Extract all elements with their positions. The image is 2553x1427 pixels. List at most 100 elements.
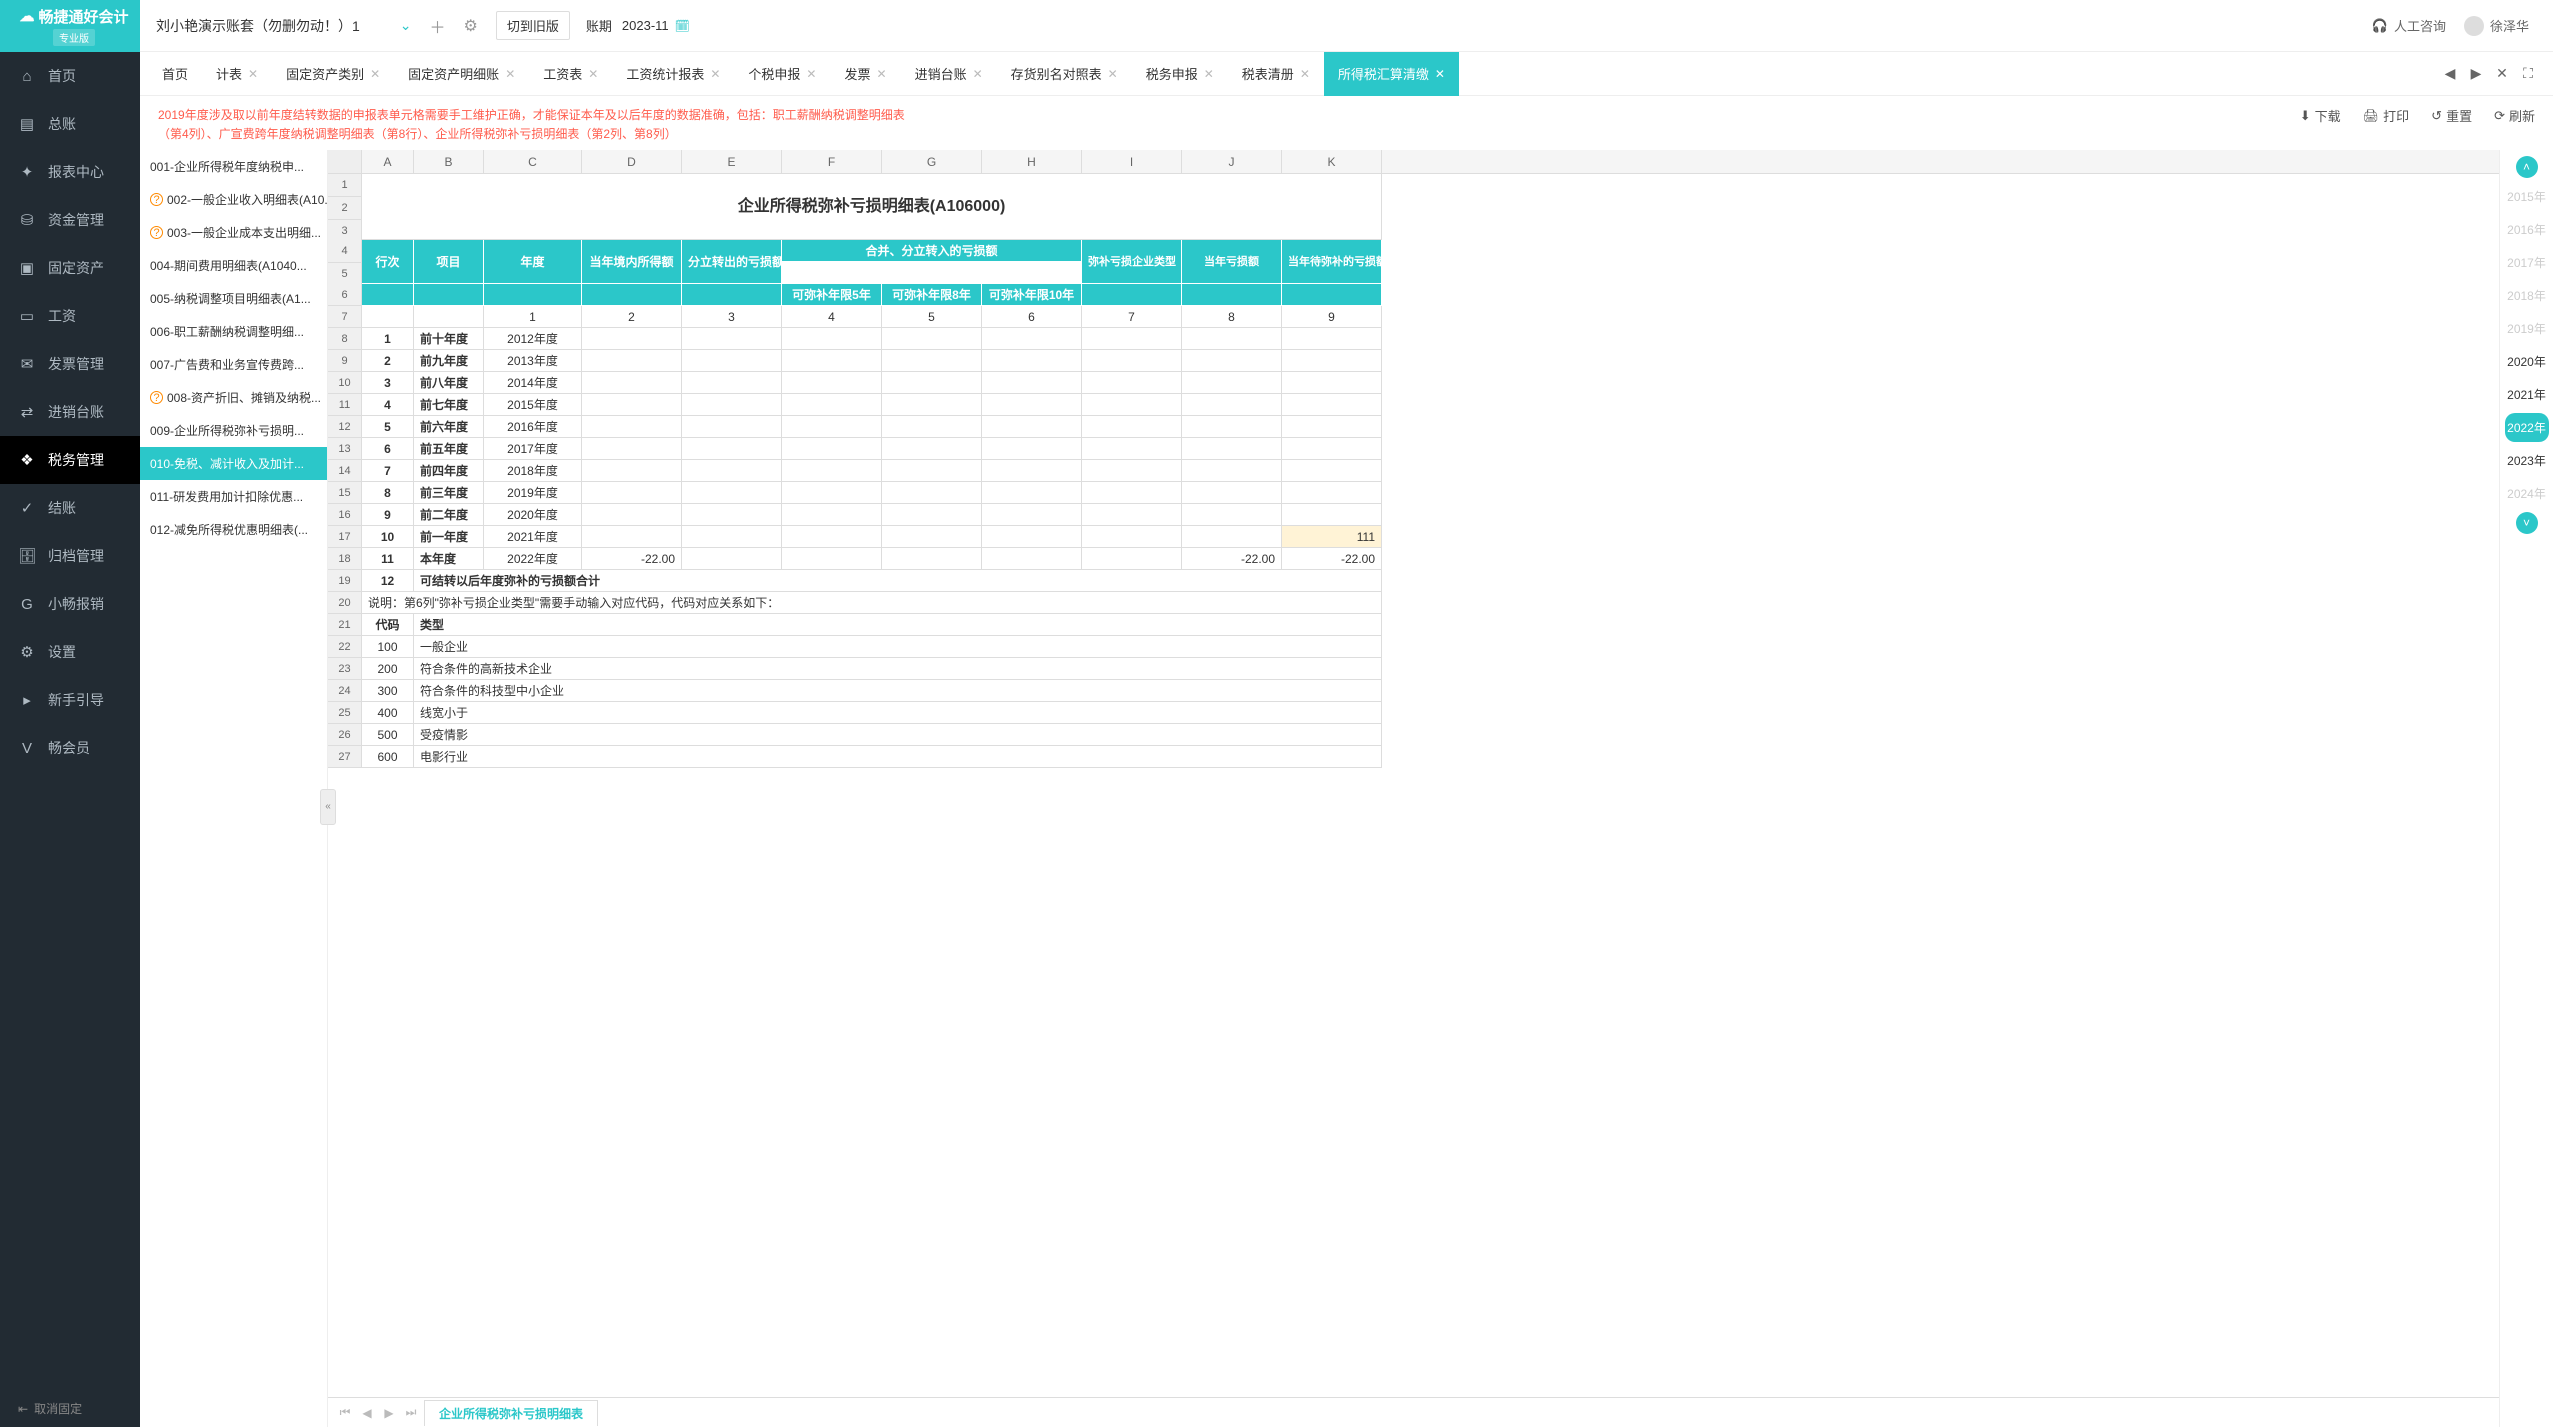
cell[interactable]	[782, 416, 882, 438]
cell[interactable]	[1182, 372, 1282, 394]
cell[interactable]: 8	[1182, 306, 1282, 328]
cell[interactable]	[882, 482, 982, 504]
cell[interactable]	[1182, 394, 1282, 416]
cell[interactable]: -22.00	[1282, 548, 1382, 570]
cell[interactable]	[782, 328, 882, 350]
cell[interactable]	[582, 372, 682, 394]
cell[interactable]	[782, 504, 882, 526]
add-account-icon[interactable]: ＋	[430, 14, 446, 38]
cell[interactable]: 分立转出的亏损额	[682, 240, 782, 284]
year-item[interactable]: 2021年	[2505, 380, 2549, 409]
tab-close-icon[interactable]: ✕	[973, 67, 983, 81]
cell[interactable]: 6	[982, 306, 1082, 328]
cell[interactable]	[882, 526, 982, 548]
cell[interactable]: -22.00	[1182, 548, 1282, 570]
cell[interactable]: 类型	[414, 614, 1382, 636]
cell[interactable]	[1082, 372, 1182, 394]
cell[interactable]	[582, 460, 682, 482]
year-item[interactable]: 2020年	[2505, 347, 2549, 376]
cell[interactable]: 弥补亏损企业类型	[1082, 240, 1182, 284]
sheet-first-icon[interactable]: ⏮	[336, 1405, 354, 1420]
nav-item-13[interactable]: ▸新手引导	[0, 676, 140, 724]
row-header[interactable]: 16	[328, 504, 362, 526]
cell[interactable]: 可结转以后年度弥补的亏损额合计	[414, 570, 1382, 592]
row-header[interactable]: 13	[328, 438, 362, 460]
row-header[interactable]: 14	[328, 460, 362, 482]
tab-5[interactable]: 工资统计报表✕	[612, 52, 734, 96]
cell[interactable]	[582, 350, 682, 372]
nav-item-14[interactable]: V畅会员	[0, 724, 140, 772]
sheet-next-icon[interactable]: ▶	[380, 1406, 398, 1420]
cell[interactable]	[882, 504, 982, 526]
switch-old-button[interactable]: 切到旧版	[496, 11, 570, 40]
cell[interactable]: 2012年度	[484, 328, 582, 350]
user-menu[interactable]: 徐泽华	[2464, 16, 2529, 36]
cell[interactable]	[1082, 504, 1182, 526]
cell[interactable]: 2014年度	[484, 372, 582, 394]
tab-close-icon[interactable]: ✕	[1435, 67, 1445, 81]
cell[interactable]	[782, 548, 882, 570]
tabs-close-all-icon[interactable]: ✕	[2491, 63, 2513, 85]
cell[interactable]	[1282, 350, 1382, 372]
calendar-icon[interactable]: 🗓	[675, 19, 690, 33]
cell[interactable]	[1082, 394, 1182, 416]
nav-item-11[interactable]: G小畅报销	[0, 580, 140, 628]
row-header[interactable]: 12	[328, 416, 362, 438]
col-header[interactable]: E	[682, 150, 782, 173]
row-header[interactable]: 19	[328, 570, 362, 592]
cell[interactable]	[1182, 328, 1282, 350]
cell[interactable]: 2020年度	[484, 504, 582, 526]
nav-item-10[interactable]: 🗄归档管理	[0, 532, 140, 580]
settings-icon[interactable]: ⚙	[464, 16, 478, 36]
cell[interactable]: 5	[362, 416, 414, 438]
tab-4[interactable]: 工资表✕	[529, 52, 612, 96]
year-up-icon[interactable]: ˄	[2516, 156, 2538, 178]
account-dropdown-icon[interactable]: ⌄	[400, 17, 412, 34]
cell[interactable]	[682, 482, 782, 504]
tab-1[interactable]: 计表✕	[202, 52, 272, 96]
grid-body[interactable]: 123企业所得税弥补亏损明细表(A106000)45行次项目年度当年境内所得额分…	[328, 174, 2499, 1397]
cell[interactable]: 3	[362, 372, 414, 394]
cell[interactable]	[1282, 416, 1382, 438]
row-header[interactable]: 20	[328, 592, 362, 614]
tab-0[interactable]: 首页	[148, 52, 202, 96]
cell[interactable]	[1082, 328, 1182, 350]
tab-close-icon[interactable]: ✕	[1108, 67, 1118, 81]
cell[interactable]: 一般企业	[414, 636, 1382, 658]
cell[interactable]	[982, 548, 1082, 570]
fullscreen-icon[interactable]: ⛶	[2517, 63, 2539, 85]
sheet-scrollbar[interactable]	[622, 1408, 2491, 1418]
cell[interactable]: 4	[782, 306, 882, 328]
report-item-1[interactable]: ?002-一般企业收入明细表(A10...	[140, 183, 327, 216]
report-item-5[interactable]: 006-职工薪酬纳税调整明细...	[140, 315, 327, 348]
cell[interactable]	[782, 394, 882, 416]
col-header[interactable]: K	[1282, 150, 1382, 173]
select-all-corner[interactable]	[328, 150, 362, 173]
row-header[interactable]: 9	[328, 350, 362, 372]
reset-button[interactable]: ↺重置	[2431, 106, 2472, 125]
cell[interactable]	[982, 416, 1082, 438]
consult-button[interactable]: 🎧 人工咨询	[2372, 16, 2446, 35]
sheet-last-icon[interactable]: ⏭	[402, 1405, 420, 1420]
nav-item-4[interactable]: ▣固定资产	[0, 244, 140, 292]
nav-item-9[interactable]: ✓结账	[0, 484, 140, 532]
cell[interactable]: 可弥补年限5年	[782, 284, 882, 306]
cell[interactable]	[1182, 416, 1282, 438]
cell[interactable]: 电影行业	[414, 746, 1382, 768]
cell[interactable]	[882, 350, 982, 372]
download-button[interactable]: ⬇下载	[2300, 106, 2341, 125]
col-header[interactable]: B	[414, 150, 484, 173]
cell[interactable]: 300	[362, 680, 414, 702]
cell[interactable]: 4	[362, 394, 414, 416]
cell[interactable]: -22.00	[582, 548, 682, 570]
cell[interactable]	[1082, 526, 1182, 548]
cell[interactable]: 说明：第6列"弥补亏损企业类型"需要手动输入对应代码，代码对应关系如下：	[362, 592, 1382, 614]
row-header[interactable]: 25	[328, 702, 362, 724]
cell[interactable]	[782, 372, 882, 394]
cell[interactable]: 2013年度	[484, 350, 582, 372]
cell[interactable]: 5	[882, 306, 982, 328]
sheet-tab-active[interactable]: 企业所得税弥补亏损明细表	[424, 1400, 598, 1426]
cell[interactable]	[1282, 394, 1382, 416]
cell[interactable]	[782, 526, 882, 548]
report-item-8[interactable]: 009-企业所得税弥补亏损明...	[140, 414, 327, 447]
